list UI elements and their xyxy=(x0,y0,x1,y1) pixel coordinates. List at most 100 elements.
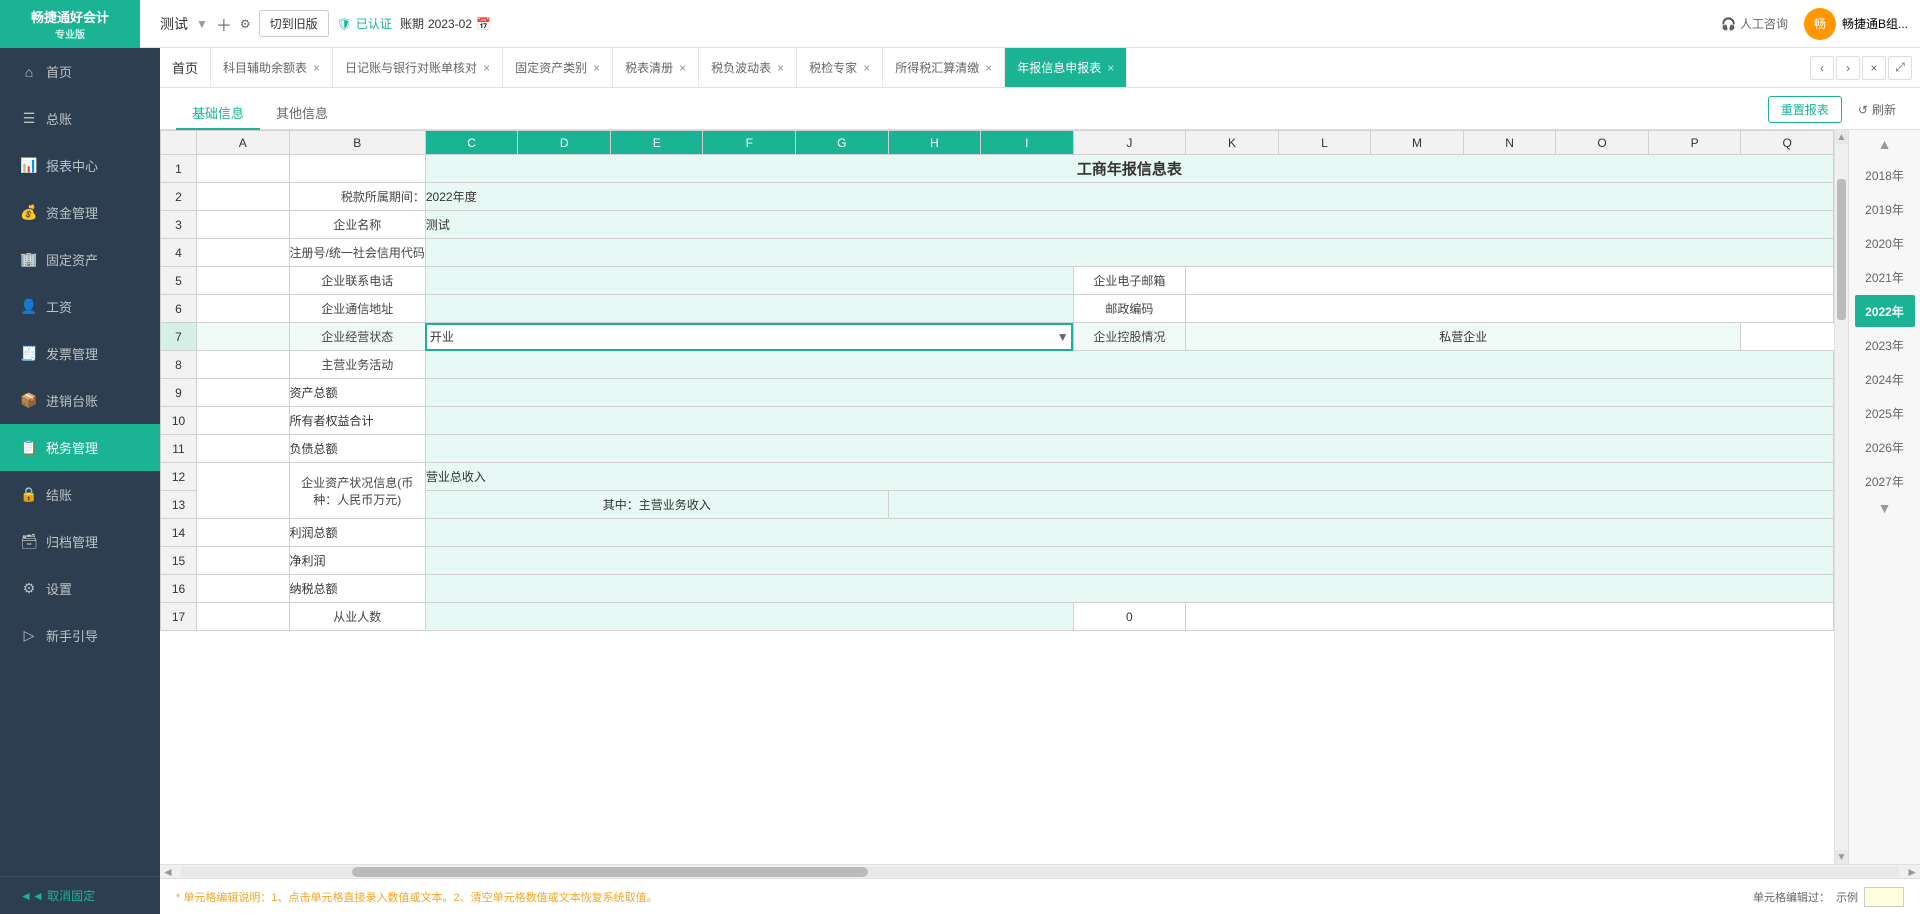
cell-tax-total-value[interactable] xyxy=(425,575,1833,603)
year-item-2019[interactable]: 2019年 xyxy=(1855,193,1915,225)
close-tab-icon[interactable]: × xyxy=(1107,61,1114,75)
tab-tax-wave[interactable]: 税负波动表 × xyxy=(699,48,797,88)
sidebar-item-guide[interactable]: ▷ 新手引导 xyxy=(0,612,160,659)
tab-prev-button[interactable]: ‹ xyxy=(1810,56,1834,80)
col-header-n[interactable]: N xyxy=(1463,131,1556,155)
refresh-button[interactable]: ↺ 刷新 xyxy=(1850,97,1904,122)
sidebar-item-ledger[interactable]: ☰ 总账 xyxy=(0,95,160,142)
year-item-2024[interactable]: 2024年 xyxy=(1855,363,1915,395)
close-tab-icon[interactable]: × xyxy=(985,61,992,75)
cell[interactable] xyxy=(197,267,290,295)
cell-employees-right[interactable] xyxy=(1186,603,1834,631)
scroll-down-button[interactable]: ▼ xyxy=(1835,850,1849,864)
cell[interactable] xyxy=(197,407,290,435)
title-cell[interactable]: 工商年报信息表 xyxy=(425,155,1833,183)
tab-expand-button[interactable]: ⤢ xyxy=(1888,56,1912,80)
cell-period-value[interactable]: 2022年度 xyxy=(425,183,1833,211)
cell-address-value[interactable] xyxy=(425,295,1073,323)
tab-aux-balance[interactable]: 科目辅助余额表 × xyxy=(211,48,333,88)
cell[interactable] xyxy=(197,155,290,183)
cell-total-assets-value[interactable] xyxy=(425,379,1833,407)
close-tab-icon[interactable]: × xyxy=(777,61,784,75)
close-tab-icon[interactable]: × xyxy=(679,61,686,75)
cell-revenue-label[interactable]: 营业总收入 xyxy=(425,463,1833,491)
col-header-c[interactable]: C xyxy=(425,131,518,155)
cell[interactable] xyxy=(197,603,290,631)
sidebar-item-invoice[interactable]: 🧾 发票管理 xyxy=(0,330,160,377)
col-header-h[interactable]: H xyxy=(888,131,981,155)
cell-company-name-value[interactable]: 测试 xyxy=(425,211,1833,239)
year-up-button[interactable]: ▲ xyxy=(1873,134,1897,154)
year-item-2026[interactable]: 2026年 xyxy=(1855,431,1915,463)
year-item-2025[interactable]: 2025年 xyxy=(1855,397,1915,429)
sidebar-item-home[interactable]: ⌂ 首页 xyxy=(0,48,160,95)
app-dropdown-icon[interactable]: ▼ xyxy=(196,17,208,31)
tab-home[interactable]: 首页 xyxy=(160,48,211,88)
vertical-scrollbar[interactable]: ▲ ▼ xyxy=(1834,130,1848,864)
sidebar-item-capital[interactable]: 💰 资金管理 xyxy=(0,189,160,236)
col-header-g[interactable]: G xyxy=(796,131,889,155)
cell[interactable] xyxy=(197,211,290,239)
cell[interactable] xyxy=(197,323,290,351)
sidebar-item-salary[interactable]: 👤 工资 xyxy=(0,283,160,330)
close-tab-icon[interactable]: × xyxy=(483,61,490,75)
cell-employees-value[interactable]: 0 xyxy=(1073,603,1186,631)
cell[interactable] xyxy=(197,547,290,575)
sidebar-item-close[interactable]: 🔒 结账 xyxy=(0,471,160,518)
reset-report-button[interactable]: 重置报表 xyxy=(1768,96,1842,123)
pin-sidebar-button[interactable]: ◄◄ 取消固定 xyxy=(0,876,160,914)
cell-phone-value[interactable] xyxy=(425,267,1073,295)
cell-equity-value[interactable] xyxy=(425,407,1833,435)
cell-main-revenue-label[interactable]: 其中：主营业务收入 xyxy=(425,491,888,519)
add-tab-button[interactable]: ＋ xyxy=(216,12,232,36)
sub-tab-other[interactable]: 其他信息 xyxy=(260,97,344,130)
dropdown-biz-status[interactable]: 开业 ▼ xyxy=(426,323,1073,350)
cell-main-revenue-value[interactable] xyxy=(888,491,1833,519)
scroll-track[interactable] xyxy=(1835,144,1848,850)
cell[interactable] xyxy=(197,295,290,323)
close-tab-icon[interactable]: × xyxy=(313,61,320,75)
col-header-e[interactable]: E xyxy=(610,131,703,155)
tab-annual-report[interactable]: 年报信息申报表 × xyxy=(1005,48,1127,88)
year-item-2022[interactable]: 2022年 xyxy=(1855,295,1915,327)
col-header-a[interactable]: A xyxy=(197,131,290,155)
service-button[interactable]: 🎧 人工咨询 xyxy=(1721,15,1788,32)
year-item-2027[interactable]: 2027年 xyxy=(1855,465,1915,497)
tab-tax-report[interactable]: 所得税汇算清缴 × xyxy=(883,48,1005,88)
col-header-i[interactable]: I xyxy=(981,131,1074,155)
sidebar-item-settings[interactable]: ⚙ 设置 xyxy=(0,565,160,612)
h-scroll-track[interactable] xyxy=(180,867,1900,877)
col-header-j[interactable]: J xyxy=(1073,131,1186,155)
cell-main-biz-value[interactable] xyxy=(425,351,1833,379)
col-header-d[interactable]: D xyxy=(518,131,611,155)
cell[interactable] xyxy=(197,463,290,519)
year-item-2020[interactable]: 2020年 xyxy=(1855,227,1915,259)
year-down-button[interactable]: ▼ xyxy=(1873,498,1897,518)
cell-holding-value[interactable]: 私营企业 xyxy=(1186,323,1741,351)
sidebar-item-fixed-asset[interactable]: 🏢 固定资产 xyxy=(0,236,160,283)
calendar-icon[interactable]: 📅 xyxy=(476,17,491,31)
col-header-o[interactable]: O xyxy=(1556,131,1649,155)
tab-fixed-asset-type[interactable]: 固定资产类别 × xyxy=(503,48,613,88)
sidebar-item-report[interactable]: 📊 报表中心 xyxy=(0,142,160,189)
year-item-2018[interactable]: 2018年 xyxy=(1855,159,1915,191)
horizontal-scrollbar[interactable]: ◄ ► xyxy=(160,864,1920,878)
close-tab-icon[interactable]: × xyxy=(593,61,600,75)
cell-postal-value[interactable] xyxy=(1186,295,1834,323)
cell[interactable] xyxy=(289,155,425,183)
scroll-up-button[interactable]: ▲ xyxy=(1835,130,1849,144)
col-header-k[interactable]: K xyxy=(1186,131,1279,155)
cell-email-value[interactable] xyxy=(1186,267,1834,295)
cell-liabilities-value[interactable] xyxy=(425,435,1833,463)
col-header-p[interactable]: P xyxy=(1648,131,1741,155)
settings-icon[interactable]: ⚙ xyxy=(240,17,251,31)
tab-journal-bank[interactable]: 日记账与银行对账单核对 × xyxy=(333,48,503,88)
col-header-m[interactable]: M xyxy=(1371,131,1464,155)
cell[interactable] xyxy=(197,183,290,211)
sub-tab-basic[interactable]: 基础信息 xyxy=(176,97,260,130)
cell[interactable] xyxy=(197,351,290,379)
h-scroll-left-icon[interactable]: ◄ xyxy=(160,865,176,879)
col-header-f[interactable]: F xyxy=(703,131,796,155)
spreadsheet-scroll[interactable]: A B C D E F G H I J K L xyxy=(160,130,1834,864)
cell-employees-left[interactable] xyxy=(425,603,1073,631)
